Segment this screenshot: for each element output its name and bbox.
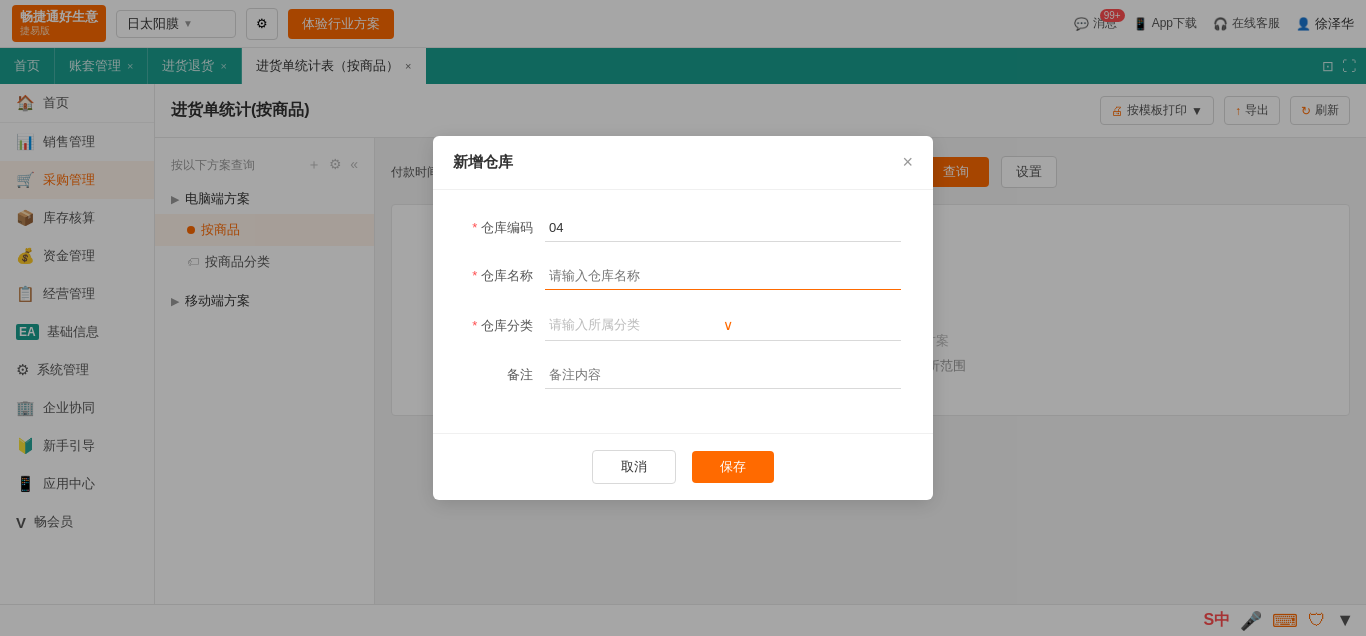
note-input[interactable] bbox=[545, 361, 901, 389]
modal-header: 新增仓库 × bbox=[433, 136, 933, 190]
category-placeholder: 请输入所属分类 bbox=[549, 316, 723, 334]
modal-footer: 取消 保存 bbox=[433, 433, 933, 500]
name-label: 仓库名称 bbox=[465, 267, 545, 285]
cancel-button[interactable]: 取消 bbox=[592, 450, 676, 484]
category-chevron-icon: ∨ bbox=[723, 317, 897, 333]
note-label: 备注 bbox=[465, 366, 545, 384]
category-selector[interactable]: 请输入所属分类 ∨ bbox=[545, 310, 901, 341]
category-label: 仓库分类 bbox=[465, 317, 545, 335]
form-row-name: 仓库名称 bbox=[465, 262, 901, 290]
modal-title: 新增仓库 bbox=[453, 153, 513, 172]
name-input[interactable] bbox=[545, 262, 901, 290]
form-row-category: 仓库分类 请输入所属分类 ∨ bbox=[465, 310, 901, 341]
code-label: 仓库编码 bbox=[465, 219, 545, 237]
modal-body: 仓库编码 仓库名称 仓库分类 请输入所属分类 ∨ 备注 bbox=[433, 190, 933, 433]
code-input[interactable] bbox=[545, 214, 901, 242]
form-row-code: 仓库编码 bbox=[465, 214, 901, 242]
form-row-note: 备注 bbox=[465, 361, 901, 389]
modal-close-icon[interactable]: × bbox=[902, 152, 913, 173]
new-warehouse-modal: 新增仓库 × 仓库编码 仓库名称 仓库分类 请输入所属分类 ∨ 备注 取消 保存 bbox=[433, 136, 933, 500]
save-button[interactable]: 保存 bbox=[692, 451, 774, 483]
